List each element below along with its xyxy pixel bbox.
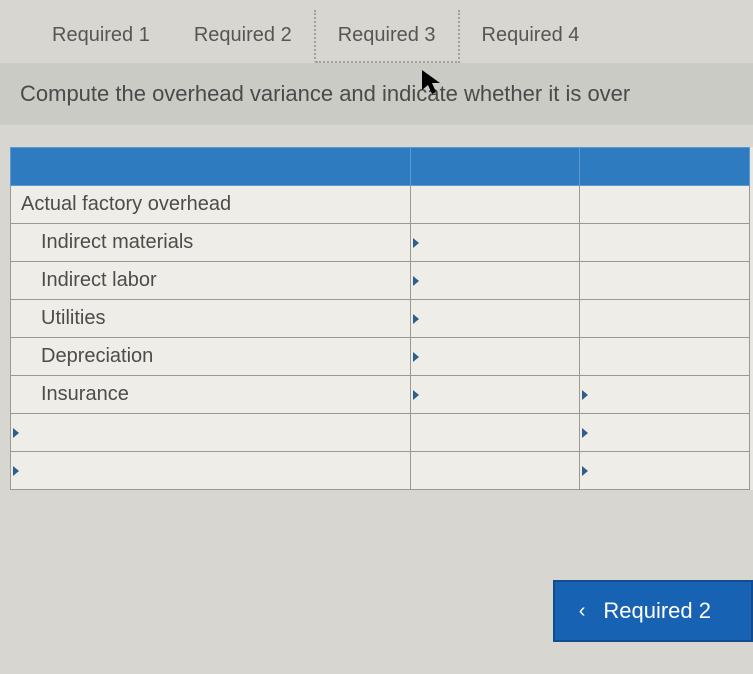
cell[interactable] [580,262,750,300]
prev-button-label: Required 2 [603,598,711,624]
table-row [11,452,750,490]
table-row: Utilities [11,300,750,338]
input-cell[interactable] [410,300,580,338]
cell[interactable] [580,186,750,224]
row-label-indirect-materials: Indirect materials [11,224,411,262]
dropdown-icon [13,466,19,476]
table-header-row [11,148,750,186]
input-cell[interactable] [410,224,580,262]
cell[interactable] [410,452,580,490]
input-cell[interactable] [410,338,580,376]
input-cell[interactable] [410,262,580,300]
row-label-insurance: Insurance [11,376,411,414]
table-row: Depreciation [11,338,750,376]
tab-required-3[interactable]: Required 3 [316,10,460,63]
overhead-table: Actual factory overhead Indirect materia… [10,147,753,490]
row-label-utilities: Utilities [11,300,411,338]
tab-bar: Required 1 Required 2 Required 3 Require… [0,0,753,63]
prev-required-button[interactable]: ‹ Required 2 [553,580,753,642]
tab-required-2[interactable]: Required 2 [172,10,316,63]
cell[interactable] [580,338,750,376]
dropdown-icon [582,428,588,438]
cell[interactable] [580,300,750,338]
dropdown-cell[interactable] [11,452,411,490]
cell[interactable] [580,224,750,262]
table-row [11,414,750,452]
table-row: Actual factory overhead [11,186,750,224]
input-cell[interactable] [580,376,750,414]
instruction-text: Compute the overhead variance and indica… [0,63,753,125]
tab-required-1[interactable]: Required 1 [30,10,172,63]
dropdown-icon [413,390,419,400]
dropdown-icon [413,276,419,286]
dropdown-cell[interactable] [11,414,411,452]
table-row: Indirect materials [11,224,750,262]
table-row: Indirect labor [11,262,750,300]
row-label-actual-overhead: Actual factory overhead [11,186,411,224]
input-cell[interactable] [580,414,750,452]
input-cell[interactable] [580,452,750,490]
dropdown-icon [582,390,588,400]
dropdown-icon [413,352,419,362]
dropdown-icon [413,238,419,248]
dropdown-icon [13,428,19,438]
input-cell[interactable] [410,376,580,414]
row-label-depreciation: Depreciation [11,338,411,376]
table-row: Insurance [11,376,750,414]
dropdown-icon [582,466,588,476]
tab-required-4[interactable]: Required 4 [460,10,602,63]
cell[interactable] [410,186,580,224]
cell[interactable] [410,414,580,452]
dropdown-icon [413,314,419,324]
row-label-indirect-labor: Indirect labor [11,262,411,300]
chevron-left-icon: ‹ [579,600,586,623]
